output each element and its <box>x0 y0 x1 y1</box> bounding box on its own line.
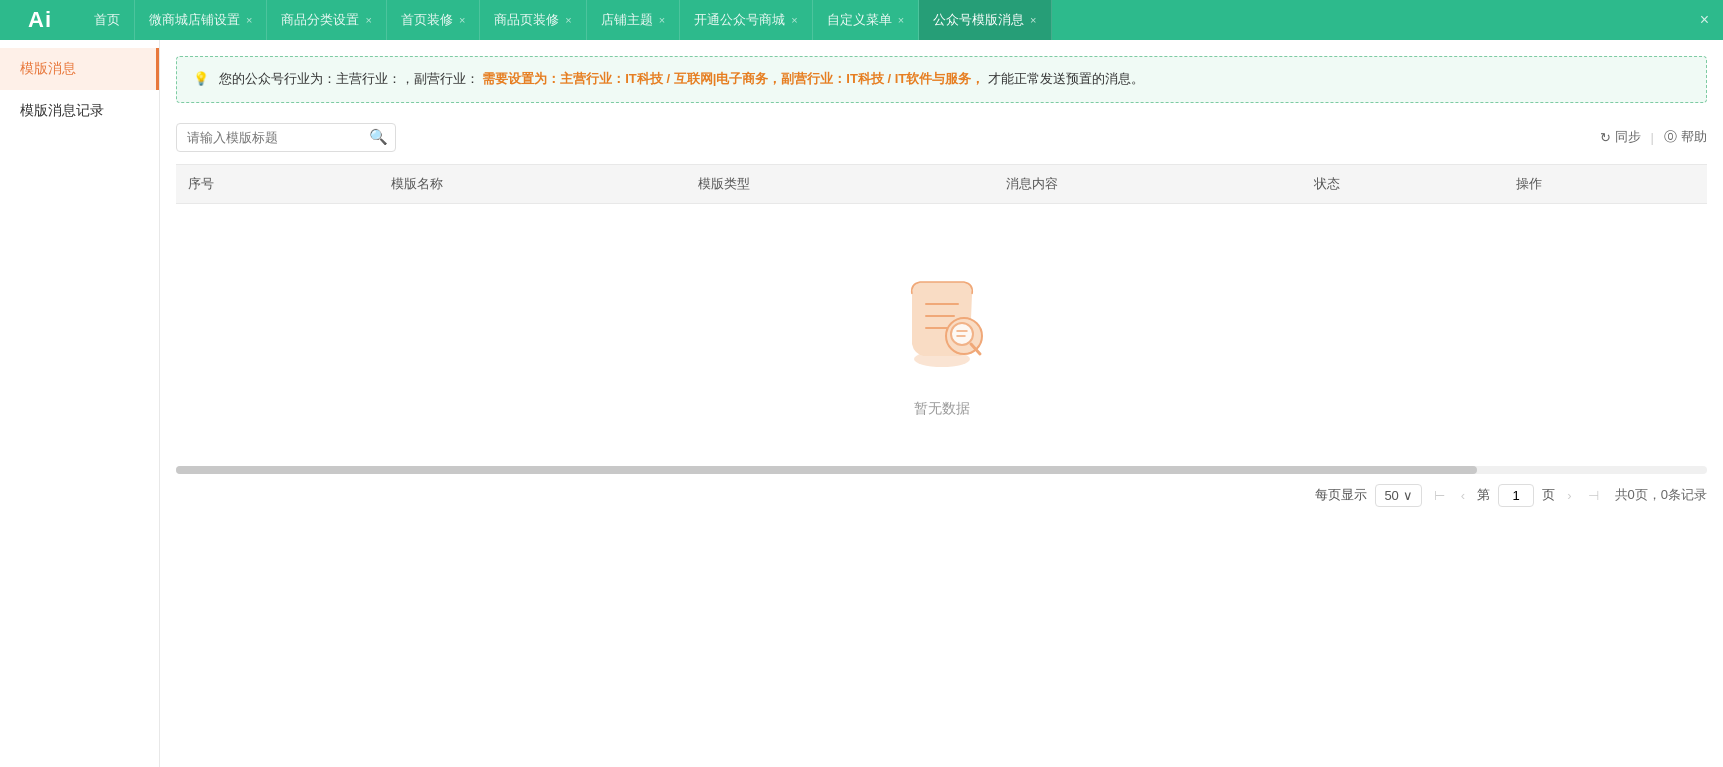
sidebar-item-template-log[interactable]: 模版消息记录 <box>0 90 159 132</box>
pagination: 每页显示 50 ∨ ⊢ ‹ 第 页 › ⊣ 共0页，0条记录 <box>176 484 1707 507</box>
info-banner-prefix: 您的公众号行业为：主营行业：，副营行业： <box>219 71 479 86</box>
horizontal-scrollbar[interactable] <box>176 466 1707 474</box>
help-button[interactable]: ⓪ 帮助 <box>1664 128 1707 146</box>
close-tab-template-msg[interactable]: × <box>1030 14 1036 26</box>
search-input-wrap: 🔍 <box>176 123 396 152</box>
page-size-value: 50 <box>1384 488 1398 503</box>
first-page-button[interactable]: ⊢ <box>1430 486 1449 505</box>
page-number-input[interactable] <box>1498 484 1534 507</box>
bulb-icon: 💡 <box>193 71 209 86</box>
help-label: 帮助 <box>1681 128 1707 146</box>
col-header-action: 操作 <box>1504 164 1707 203</box>
info-banner-suffix: 才能正常发送预置的消息。 <box>988 71 1144 86</box>
search-actions: ↻ 同步 | ⓪ 帮助 <box>1600 128 1707 146</box>
empty-icon <box>882 264 1002 384</box>
help-icon: ⓪ <box>1664 128 1677 146</box>
sidebar-item-template-msg[interactable]: 模版消息 <box>0 48 159 90</box>
nav-tab-custom-menu[interactable]: 自定义菜单× <box>813 0 919 40</box>
main-layout: 模版消息模版消息记录 💡 您的公众号行业为：主营行业：，副营行业： 需要设置为：… <box>0 40 1723 767</box>
sync-button[interactable]: ↻ 同步 <box>1600 128 1641 146</box>
nav-tab-product-category[interactable]: 商品分类设置× <box>267 0 386 40</box>
close-tab-store-theme[interactable]: × <box>659 14 665 26</box>
page-size-select[interactable]: 50 ∨ <box>1375 484 1421 507</box>
search-input[interactable] <box>176 123 396 152</box>
scrollbar-thumb <box>176 466 1477 474</box>
nav-tab-home-decor[interactable]: 首页装修× <box>387 0 480 40</box>
nav-tab-open-wechat[interactable]: 开通公众号商城× <box>680 0 812 40</box>
sync-icon: ↻ <box>1600 130 1611 145</box>
last-page-button[interactable]: ⊣ <box>1584 486 1603 505</box>
chevron-down-icon: ∨ <box>1403 488 1413 503</box>
close-tab-product-category[interactable]: × <box>365 14 371 26</box>
col-header-type: 模版类型 <box>686 164 994 203</box>
prev-page-button[interactable]: ‹ <box>1457 486 1469 505</box>
close-all-button[interactable]: × <box>1686 11 1723 29</box>
close-tab-open-wechat[interactable]: × <box>791 14 797 26</box>
col-header-seq: 序号 <box>176 164 379 203</box>
data-table: 序号模版名称模版类型消息内容状态操作 <box>176 164 1707 204</box>
close-tab-custom-menu[interactable]: × <box>898 14 904 26</box>
info-banner: 💡 您的公众号行业为：主营行业：，副营行业： 需要设置为：主营行业：IT科技 /… <box>176 56 1707 103</box>
next-page-button[interactable]: › <box>1563 486 1575 505</box>
nav-tab-product-decor[interactable]: 商品页装修× <box>480 0 586 40</box>
close-tab-product-decor[interactable]: × <box>565 14 571 26</box>
divider: | <box>1651 130 1654 145</box>
search-button[interactable]: 🔍 <box>369 128 388 146</box>
nav-tab-store-theme[interactable]: 店铺主题× <box>587 0 680 40</box>
page-label-di: 第 <box>1477 486 1490 504</box>
nav-tab-micro-store[interactable]: 微商城店铺设置× <box>135 0 267 40</box>
table-header: 序号模版名称模版类型消息内容状态操作 <box>176 164 1707 203</box>
page-size-label: 每页显示 <box>1315 486 1367 504</box>
info-banner-highlight: 需要设置为：主营行业：IT科技 / 互联网|电子商务，副营行业：IT科技 / I… <box>482 71 984 86</box>
sync-label: 同步 <box>1615 128 1641 146</box>
empty-state: 暂无数据 <box>176 204 1707 458</box>
nav-tab-template-msg[interactable]: 公众号模版消息× <box>919 0 1051 40</box>
sidebar: 模版消息模版消息记录 <box>0 40 160 767</box>
close-tab-home-decor[interactable]: × <box>459 14 465 26</box>
empty-text: 暂无数据 <box>914 400 970 418</box>
col-header-content: 消息内容 <box>994 164 1302 203</box>
page-total: 共0页，0条记录 <box>1615 486 1707 504</box>
nav-tab-home[interactable]: 首页 <box>80 0 135 40</box>
table-header-row: 序号模版名称模版类型消息内容状态操作 <box>176 164 1707 203</box>
col-header-name: 模版名称 <box>379 164 687 203</box>
search-bar: 🔍 ↻ 同步 | ⓪ 帮助 <box>176 123 1707 152</box>
top-nav-bar: Ai 首页微商城店铺设置×商品分类设置×首页装修×商品页装修×店铺主题×开通公众… <box>0 0 1723 40</box>
page-label: 页 <box>1542 486 1555 504</box>
nav-tabs: 首页微商城店铺设置×商品分类设置×首页装修×商品页装修×店铺主题×开通公众号商城… <box>80 0 1686 40</box>
close-tab-micro-store[interactable]: × <box>246 14 252 26</box>
svg-point-5 <box>951 323 973 345</box>
app-logo: Ai <box>0 0 80 40</box>
content-area: 💡 您的公众号行业为：主营行业：，副营行业： 需要设置为：主营行业：IT科技 /… <box>160 40 1723 767</box>
col-header-status: 状态 <box>1302 164 1505 203</box>
